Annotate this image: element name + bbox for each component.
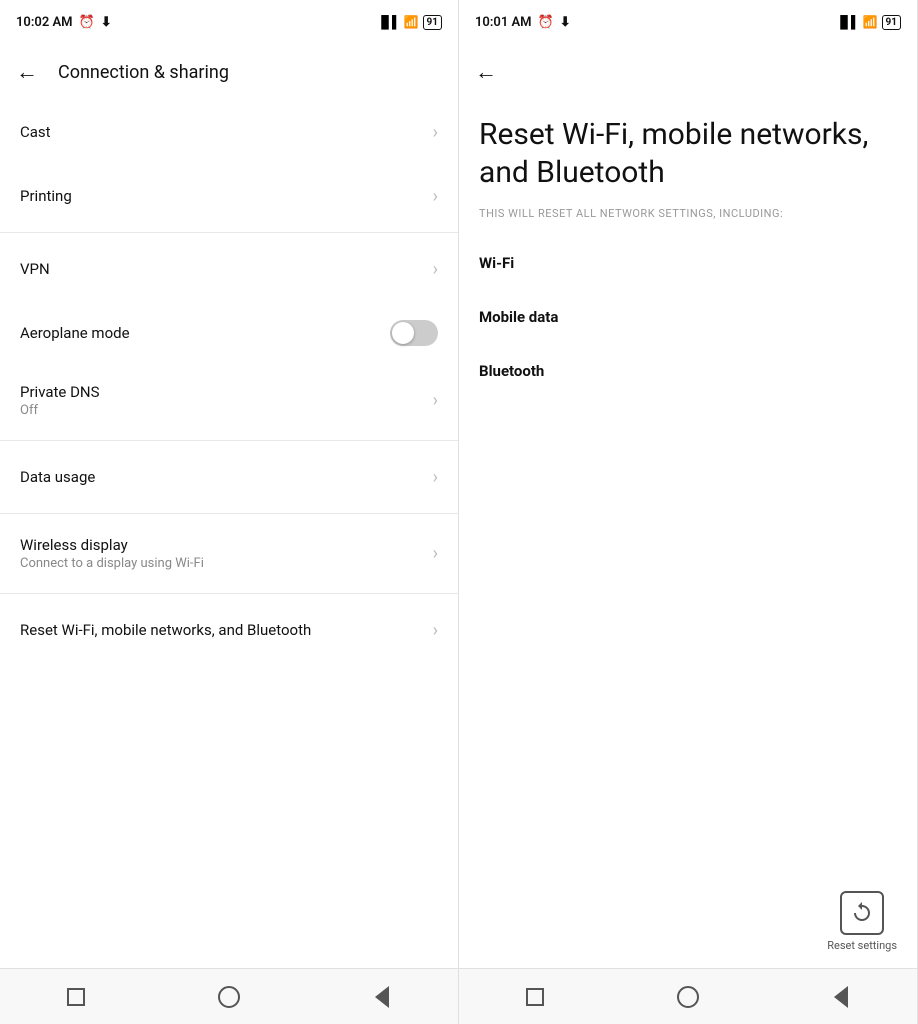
aeroplane-label: Aeroplane mode bbox=[20, 324, 130, 342]
alarm-icon: ⏰ bbox=[79, 15, 95, 30]
back-button-left[interactable]: ← bbox=[16, 59, 38, 85]
settings-item-data-usage[interactable]: Data usage › bbox=[0, 445, 458, 509]
reset-page-title: Reset Wi-Fi, mobile networks, and Blueto… bbox=[459, 100, 917, 199]
divider-after-private-dns bbox=[0, 440, 458, 441]
status-time-left: 10:02 AM ⏰ ⬇ bbox=[16, 15, 112, 30]
chevron-vpn: › bbox=[433, 259, 438, 280]
settings-item-private-dns[interactable]: Private DNS Off › bbox=[0, 365, 458, 436]
nav-home-right[interactable] bbox=[670, 979, 706, 1015]
status-icons-left: ▐▌▌ 📶 91 bbox=[377, 15, 442, 30]
nav-back-right[interactable] bbox=[823, 979, 859, 1015]
signal-icon-right: ▐▌▌ bbox=[836, 15, 859, 29]
square-icon-left bbox=[67, 988, 85, 1006]
time-left: 10:02 AM bbox=[16, 15, 73, 30]
nav-bar-left bbox=[0, 968, 458, 1024]
divider-after-printing bbox=[0, 232, 458, 233]
private-dns-label: Private DNS bbox=[20, 383, 100, 401]
printing-label: Printing bbox=[20, 187, 72, 205]
settings-item-reset-wifi[interactable]: Reset Wi-Fi, mobile networks, and Blueto… bbox=[0, 598, 458, 662]
status-bar-right: 10:01 AM ⏰ ⬇ ▐▌▌ 📶 91 bbox=[459, 0, 917, 44]
wifi-icon-right: 📶 bbox=[863, 15, 878, 29]
wifi-icon: 📶 bbox=[404, 15, 419, 29]
battery-right: 91 bbox=[882, 15, 901, 30]
right-content: Reset Wi-Fi, mobile networks, and Blueto… bbox=[459, 100, 917, 1024]
top-bar-right: ← bbox=[459, 44, 917, 100]
reset-item-wifi: Wi-Fi bbox=[459, 236, 917, 290]
triangle-icon-right bbox=[834, 986, 848, 1008]
divider-after-wireless-display bbox=[0, 593, 458, 594]
time-right: 10:01 AM bbox=[475, 15, 532, 30]
battery-left: 91 bbox=[423, 15, 442, 30]
data-usage-label: Data usage bbox=[20, 468, 95, 486]
signal-icon: ▐▌▌ bbox=[377, 15, 400, 29]
reset-wifi-label: Reset Wi-Fi, mobile networks, and Blueto… bbox=[20, 621, 421, 639]
wireless-display-label: Wireless display bbox=[20, 536, 204, 554]
reset-settings-label: Reset settings bbox=[827, 939, 897, 952]
content-left: Cast › Printing › VPN › Aeroplane mode bbox=[0, 100, 458, 968]
back-button-right[interactable]: ← bbox=[475, 59, 497, 85]
wireless-display-subtitle: Connect to a display using Wi-Fi bbox=[20, 556, 204, 571]
reset-icon bbox=[840, 891, 884, 935]
aeroplane-toggle[interactable] bbox=[390, 320, 438, 346]
reset-settings-button[interactable]: Reset settings bbox=[827, 891, 897, 952]
reset-footer: Reset settings bbox=[459, 875, 917, 968]
nav-home-left[interactable] bbox=[211, 979, 247, 1015]
circle-icon-right bbox=[677, 986, 699, 1008]
page-title-left: Connection & sharing bbox=[58, 62, 229, 83]
circle-icon-left bbox=[218, 986, 240, 1008]
status-bar-left: 10:02 AM ⏰ ⬇ ▐▌▌ 📶 91 bbox=[0, 0, 458, 44]
private-dns-subtitle: Off bbox=[20, 403, 100, 418]
right-panel: 10:01 AM ⏰ ⬇ ▐▌▌ 📶 91 ← Reset Wi-Fi, mob… bbox=[459, 0, 918, 1024]
chevron-reset-wifi: › bbox=[433, 620, 438, 641]
settings-item-printing[interactable]: Printing › bbox=[0, 164, 458, 228]
chevron-cast: › bbox=[433, 122, 438, 143]
settings-item-wireless-display[interactable]: Wireless display Connect to a display us… bbox=[0, 518, 458, 589]
reset-subtitle: THIS WILL RESET ALL NETWORK SETTINGS, IN… bbox=[459, 199, 917, 236]
reset-item-bluetooth: Bluetooth bbox=[459, 344, 917, 398]
download-icon-right: ⬇ bbox=[560, 15, 571, 30]
nav-bar-right bbox=[459, 968, 917, 1024]
nav-back-left[interactable] bbox=[364, 979, 400, 1015]
chevron-private-dns: › bbox=[433, 390, 438, 411]
download-icon: ⬇ bbox=[101, 15, 112, 30]
alarm-icon-right: ⏰ bbox=[538, 15, 554, 30]
cast-label: Cast bbox=[20, 123, 51, 141]
triangle-icon-left bbox=[375, 986, 389, 1008]
toggle-thumb bbox=[392, 322, 414, 344]
left-panel: 10:02 AM ⏰ ⬇ ▐▌▌ 📶 91 ← Connection & sha… bbox=[0, 0, 459, 1024]
settings-item-vpn[interactable]: VPN › bbox=[0, 237, 458, 301]
nav-square-left[interactable] bbox=[58, 979, 94, 1015]
nav-square-right[interactable] bbox=[517, 979, 553, 1015]
status-icons-right: ▐▌▌ 📶 91 bbox=[836, 15, 901, 30]
divider-after-data-usage bbox=[0, 513, 458, 514]
settings-item-cast[interactable]: Cast › bbox=[0, 100, 458, 164]
status-time-right: 10:01 AM ⏰ ⬇ bbox=[475, 15, 571, 30]
vpn-label: VPN bbox=[20, 260, 50, 278]
top-bar-left: ← Connection & sharing bbox=[0, 44, 458, 100]
reset-item-mobile-data: Mobile data bbox=[459, 290, 917, 344]
chevron-printing: › bbox=[433, 186, 438, 207]
reset-svg bbox=[850, 901, 874, 925]
square-icon-right bbox=[526, 988, 544, 1006]
chevron-wireless-display: › bbox=[433, 543, 438, 564]
settings-item-aeroplane[interactable]: Aeroplane mode bbox=[0, 301, 458, 365]
spacer bbox=[459, 398, 917, 875]
chevron-data-usage: › bbox=[433, 467, 438, 488]
